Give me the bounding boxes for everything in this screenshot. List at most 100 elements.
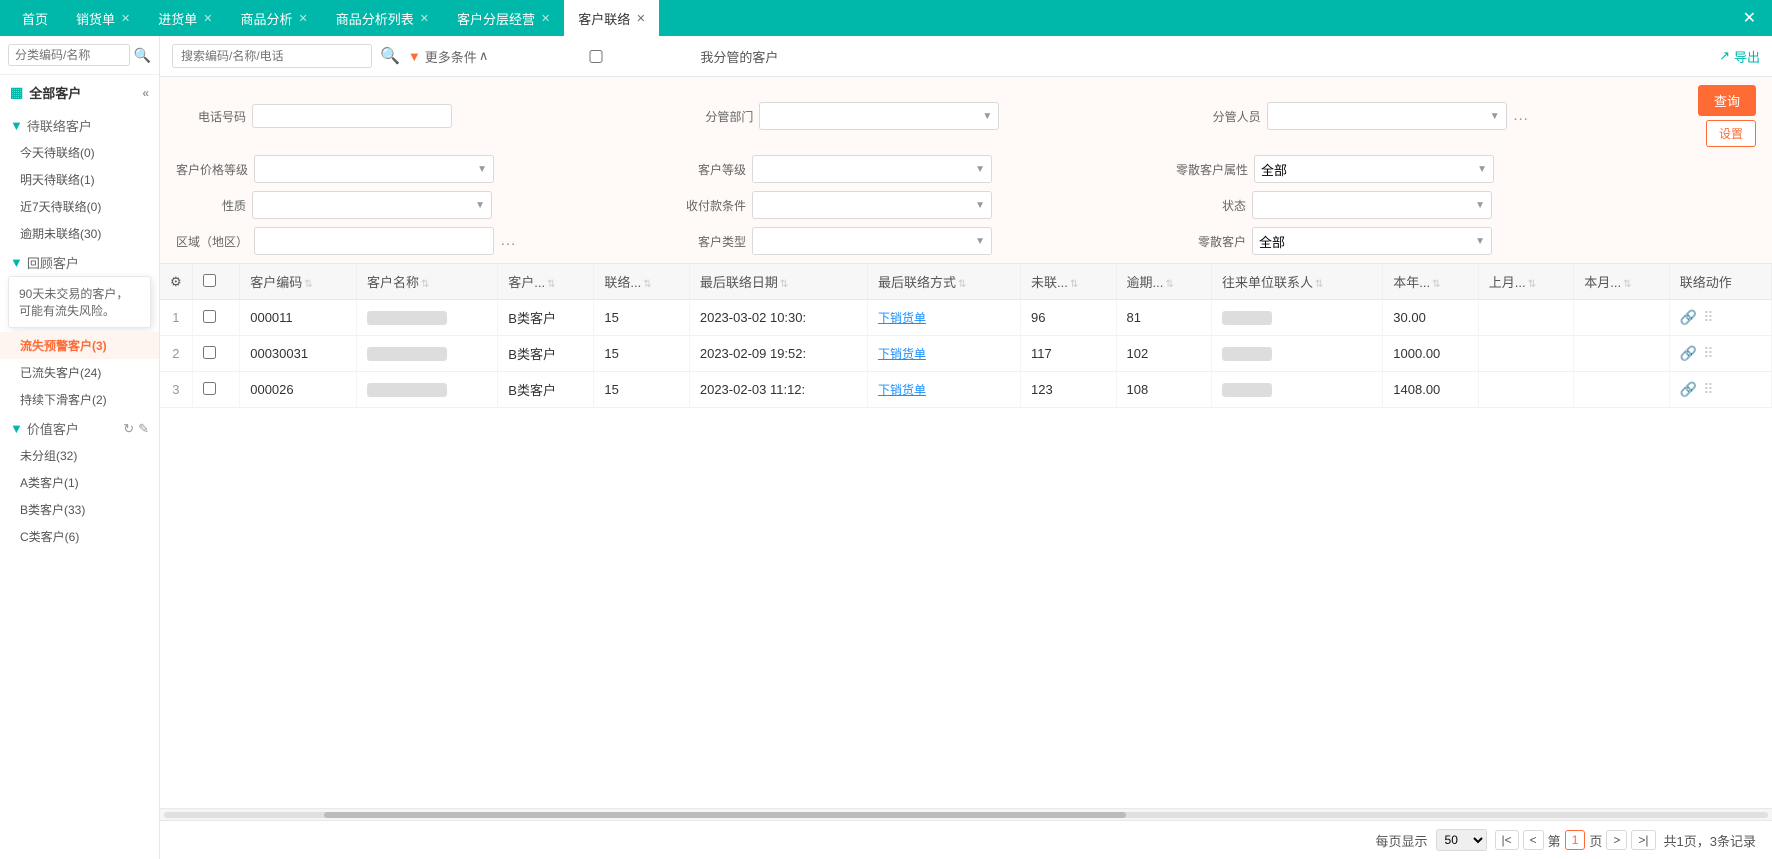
th-gear[interactable]: ⚙: [160, 264, 192, 300]
group-pending-contact[interactable]: ▼ 待联络客户: [0, 110, 159, 139]
sort-liaison[interactable]: ⇅: [1315, 279, 1323, 290]
action-contact-icon[interactable]: 🔗: [1680, 345, 1697, 362]
export-button[interactable]: ↗ 导出: [1719, 47, 1760, 66]
more-conditions-button[interactable]: ▼ 更多条件 ∧: [408, 47, 488, 66]
page-label: 第: [1548, 831, 1561, 850]
close-product-analysis-list[interactable]: ✕: [420, 12, 429, 25]
action-more-icon[interactable]: ⠿: [1703, 309, 1713, 326]
close-product-analysis[interactable]: ✕: [299, 12, 308, 25]
query-button[interactable]: 查询: [1698, 85, 1756, 116]
sidebar-item-declining[interactable]: 持续下滑客户(2): [0, 386, 159, 413]
edit-icons[interactable]: ↻ ✎: [123, 421, 149, 437]
sidebar-search-input[interactable]: [8, 44, 130, 66]
sort-type[interactable]: ⇅: [547, 279, 555, 290]
sidebar-item-already-churned[interactable]: 已流失客户(24): [0, 359, 159, 386]
nav-purchase-order[interactable]: 进货单 ✕: [144, 0, 226, 36]
scrollbar-thumb[interactable]: [324, 812, 1126, 818]
sort-name[interactable]: ⇅: [421, 279, 429, 290]
customer-type-select[interactable]: ▼: [752, 227, 992, 255]
last-method-link[interactable]: 下销货单: [878, 347, 926, 361]
sidebar-item-ungrouped[interactable]: 未分组(32): [0, 442, 159, 469]
last-method-link[interactable]: 下销货单: [878, 311, 926, 325]
search-button[interactable]: 🔍: [380, 46, 400, 66]
close-customer-segmentation[interactable]: ✕: [541, 12, 550, 25]
sidebar-item-c-class[interactable]: C类客户(6): [0, 523, 159, 550]
status-select[interactable]: ▼: [1252, 191, 1492, 219]
horizontal-scrollbar[interactable]: [160, 808, 1772, 820]
sidebar-item-overdue[interactable]: 逾期未联络(30): [0, 220, 159, 247]
region-more-btn[interactable]: …: [500, 232, 516, 250]
region-select[interactable]: [254, 227, 494, 255]
manager-select[interactable]: ▼: [1267, 102, 1507, 130]
funnel-icon: ▼: [408, 49, 421, 64]
cell-type: B类客户: [498, 300, 594, 336]
arrow-icon: ▼: [10, 118, 23, 133]
row-checkbox-2[interactable]: [203, 382, 216, 395]
sort-year-amount[interactable]: ⇅: [1432, 279, 1440, 290]
sidebar-item-7days[interactable]: 近7天待联络(0): [0, 193, 159, 220]
action-more-icon[interactable]: ⠿: [1703, 345, 1713, 362]
collapse-icon[interactable]: «: [142, 86, 149, 100]
nav-customer-contact[interactable]: 客户联络 ✕: [564, 0, 659, 36]
sidebar-item-churn-warning[interactable]: 流失预警客户(3): [0, 332, 159, 359]
sort-contacts[interactable]: ⇅: [643, 279, 651, 290]
sidebar-item-today[interactable]: 今天待联络(0): [0, 139, 159, 166]
sort-overdue[interactable]: ⇅: [1165, 279, 1173, 290]
phone-input[interactable]: [252, 104, 452, 128]
edit-icon[interactable]: ✎: [138, 421, 149, 437]
per-page-select[interactable]: 50 100 200: [1436, 829, 1487, 851]
payment-select[interactable]: ▼: [752, 191, 992, 219]
close-customer-contact[interactable]: ✕: [636, 12, 645, 25]
customer-level-arrow: ▼: [975, 164, 985, 175]
sidebar-item-a-class[interactable]: A类客户(1): [0, 469, 159, 496]
filter-price-level: 客户价格等级 ▼: [176, 155, 668, 183]
nav-product-analysis[interactable]: 商品分析 ✕: [226, 0, 321, 36]
action-contact-icon[interactable]: 🔗: [1680, 381, 1697, 398]
sort-last-month[interactable]: ⇅: [1528, 279, 1536, 290]
th-last-method: 最后联络方式⇅: [867, 264, 1020, 300]
sidebar-item-tomorrow[interactable]: 明天待联络(1): [0, 166, 159, 193]
search-input[interactable]: [172, 44, 372, 68]
retail-attr-select[interactable]: 全部 ▼: [1254, 155, 1494, 183]
customer-level-select[interactable]: ▼: [752, 155, 992, 183]
next-page-btn[interactable]: >: [1606, 830, 1627, 850]
action-more-icon[interactable]: ⠿: [1703, 381, 1713, 398]
first-page-btn[interactable]: |<: [1495, 830, 1519, 850]
action-contact-icon[interactable]: 🔗: [1680, 309, 1697, 326]
sort-last-method[interactable]: ⇅: [958, 279, 966, 290]
retail-customer-select[interactable]: 全部 ▼: [1252, 227, 1492, 255]
nature-arrow: ▼: [475, 200, 485, 211]
select-all-checkbox[interactable]: [203, 274, 216, 287]
all-customers-header[interactable]: ▦ 全部客户 «: [0, 75, 159, 110]
filter-retail-customer: 零散客户 全部 ▼: [1176, 227, 1668, 255]
group-value-label: 价值客户: [27, 419, 79, 438]
row-checkbox-1[interactable]: [203, 346, 216, 359]
last-page-btn[interactable]: >|: [1631, 830, 1655, 850]
sidebar-item-b-class[interactable]: B类客户(33): [0, 496, 159, 523]
dept-select[interactable]: ▼: [759, 102, 999, 130]
close-all-tabs[interactable]: ✕: [1735, 8, 1764, 28]
sort-this-month[interactable]: ⇅: [1623, 279, 1631, 290]
sort-code[interactable]: ⇅: [304, 279, 312, 290]
sort-last-date[interactable]: ⇅: [780, 279, 788, 290]
nav-home[interactable]: 首页: [8, 0, 62, 36]
close-sales-order[interactable]: ✕: [121, 12, 130, 25]
row-checkbox-0[interactable]: [203, 310, 216, 323]
phone-label: 电话号码: [176, 108, 246, 125]
sidebar-search-icon[interactable]: 🔍: [134, 47, 151, 64]
group-churn-customers[interactable]: ▼ 回顾客户: [0, 247, 159, 276]
sort-uncontacted[interactable]: ⇅: [1070, 279, 1078, 290]
close-purchase-order[interactable]: ✕: [203, 12, 212, 25]
last-method-link[interactable]: 下销货单: [878, 383, 926, 397]
price-level-select[interactable]: ▼: [254, 155, 494, 183]
my-customers-checkbox[interactable]: [496, 50, 696, 63]
nature-select[interactable]: ▼: [252, 191, 492, 219]
manager-more-btn[interactable]: …: [1513, 107, 1529, 125]
settings-button[interactable]: 设置: [1706, 120, 1756, 147]
prev-page-btn[interactable]: <: [1523, 830, 1544, 850]
nav-product-analysis-list[interactable]: 商品分析列表 ✕: [322, 0, 443, 36]
refresh-icon[interactable]: ↻: [123, 421, 134, 437]
nav-customer-segmentation[interactable]: 客户分层经营 ✕: [443, 0, 564, 36]
customer-level-label: 客户等级: [676, 161, 746, 178]
nav-sales-order[interactable]: 销货单 ✕: [62, 0, 144, 36]
